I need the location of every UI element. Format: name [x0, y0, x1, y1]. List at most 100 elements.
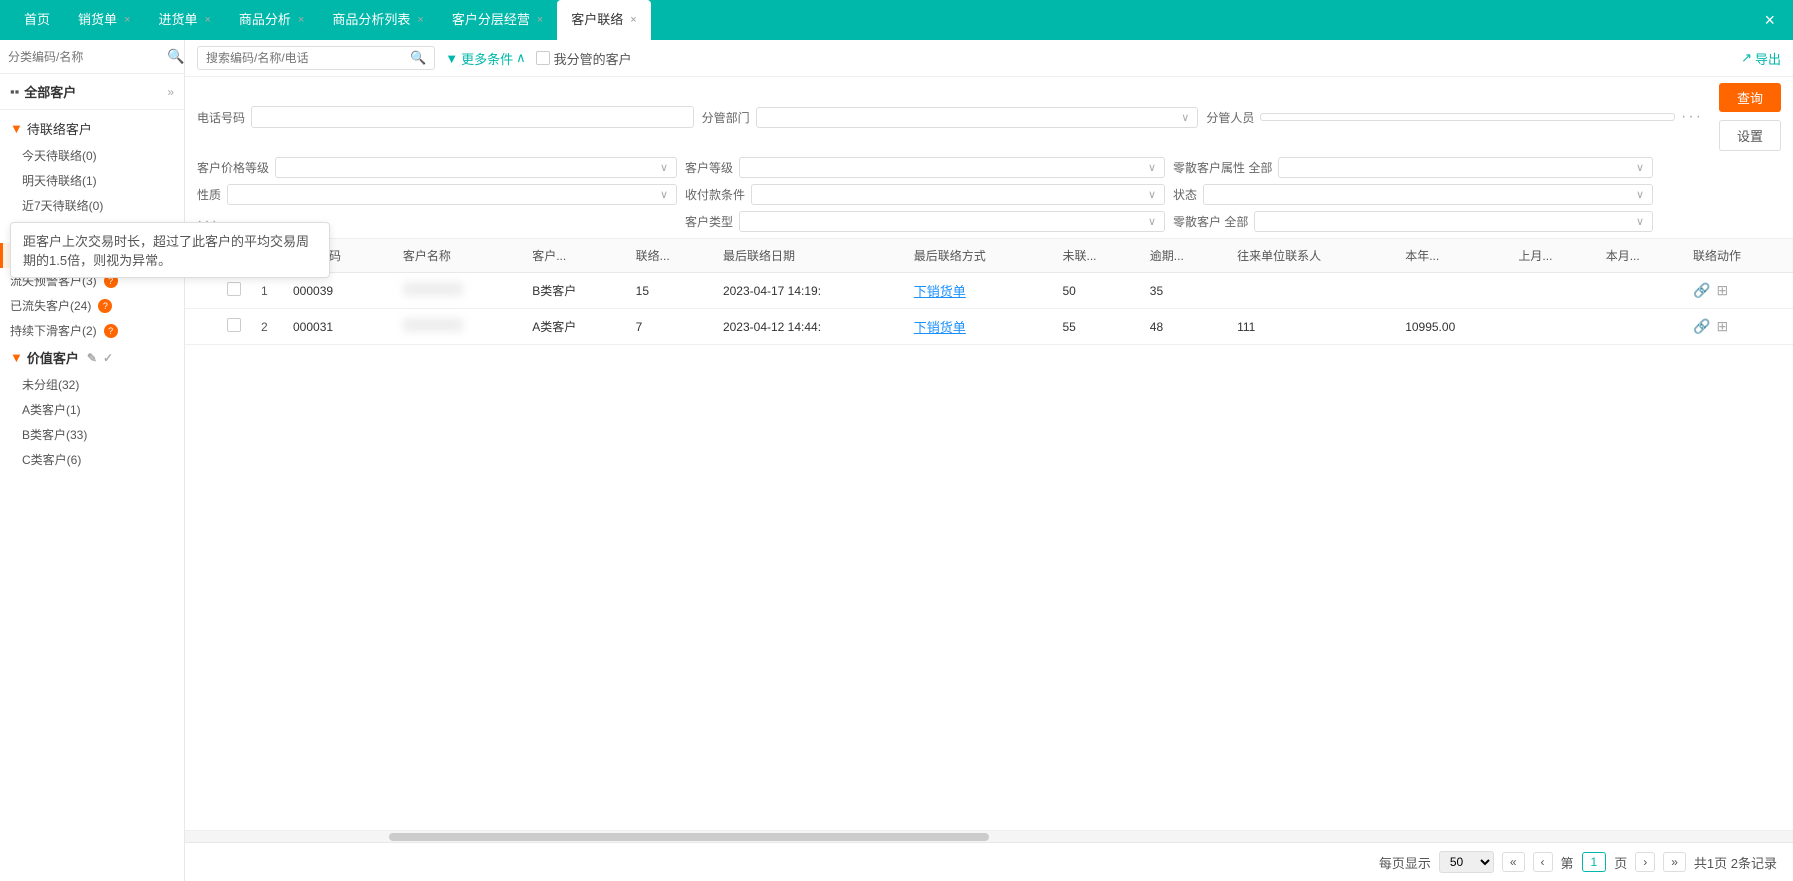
- manager-select[interactable]: [1260, 113, 1675, 121]
- th-no-contact[interactable]: 未联...: [1053, 239, 1140, 273]
- filter-icon: ▼: [445, 51, 458, 66]
- nature-select[interactable]: ∨: [227, 184, 677, 205]
- th-last-contact-date[interactable]: 最后联络日期: [713, 239, 904, 273]
- close-customer-tier[interactable]: ×: [537, 0, 543, 40]
- th-contact-count[interactable]: 联络...: [626, 239, 713, 273]
- row1-contact-count: 15: [626, 273, 713, 309]
- row1-action-link-icon[interactable]: 🔗: [1693, 282, 1710, 299]
- table-header-row: ⚙ # 客户编码 客户名称 客户... 联络... 最后联络日期 最后联络方式 …: [185, 239, 1793, 273]
- row2-type: A类客户: [522, 309, 625, 345]
- retail-attr-select[interactable]: ∨: [1278, 157, 1653, 178]
- edit-value-group-icon[interactable]: ✎: [87, 351, 97, 365]
- row2-action-link-icon[interactable]: 🔗: [1693, 318, 1710, 335]
- export-icon: ↗: [1741, 50, 1752, 66]
- filter-row-1: 电话号码 分管部门 ∨ 分管人员 ···: [197, 83, 1781, 151]
- row2-action-grid-icon[interactable]: ⊞: [1716, 318, 1728, 335]
- payment-select[interactable]: ∨: [751, 184, 1165, 205]
- sidebar-collapse-icon[interactable]: »: [167, 85, 174, 99]
- info-icon-declining[interactable]: ?: [104, 324, 118, 338]
- settings-button[interactable]: 设置: [1719, 120, 1781, 151]
- my-customers-check[interactable]: [536, 51, 550, 65]
- close-product-analysis-list[interactable]: ×: [417, 0, 423, 40]
- export-button[interactable]: ↗ 导出: [1741, 49, 1781, 68]
- sidebar-item-declining[interactable]: 持续下滑客户(2) ?: [0, 318, 184, 343]
- sidebar-value-group[interactable]: ▼ 价值客户 ✎ ✓: [0, 343, 184, 372]
- sidebar-item-class-a[interactable]: A类客户(1): [0, 397, 184, 422]
- filter-bar: 🔍 ▼ 更多条件 ∧ 我分管的客户 ↗ 导出: [185, 40, 1793, 77]
- chevron-up-icon: ∧: [516, 50, 526, 66]
- main-layout: 🔍 ▪▪ 全部客户 » ▼ 待联络客户 今天待联络(0) 明天待联络(1) 近7…: [0, 40, 1793, 881]
- customer-type-select[interactable]: ∨: [739, 211, 1165, 232]
- check-icon[interactable]: ✓: [103, 351, 113, 365]
- th-contacts[interactable]: 往来单位联系人: [1227, 239, 1395, 273]
- window-close-button[interactable]: ×: [1756, 10, 1783, 31]
- horizontal-scroll-thumb[interactable]: [389, 833, 989, 841]
- sidebar-item-unclassified[interactable]: 未分组(32): [0, 372, 184, 397]
- info-icon-lost[interactable]: ?: [98, 299, 112, 313]
- nav-product-analysis[interactable]: 商品分析 ×: [225, 0, 318, 40]
- close-purchase-order[interactable]: ×: [204, 0, 210, 40]
- sidebar-item-class-c[interactable]: C类客户(6): [0, 447, 184, 472]
- row1-contacts: [1227, 273, 1395, 309]
- nav-product-analysis-list[interactable]: 商品分析列表 ×: [318, 0, 437, 40]
- query-button[interactable]: 查询: [1719, 83, 1781, 112]
- main-search-input[interactable]: [206, 51, 406, 65]
- manager-dots[interactable]: ···: [1681, 108, 1703, 126]
- nature-chevron: ∨: [660, 188, 668, 201]
- tooltip-box: 距客户上次交易时长，超过了此客户的平均交易周期的1.5倍，则视为异常。: [185, 222, 330, 278]
- sidebar-item-class-b[interactable]: B类客户(33): [0, 422, 184, 447]
- filter-row-3: 性质 ∨ 收付款条件 ∨ 状态: [197, 184, 1781, 205]
- row2-method-link[interactable]: 下销货单: [914, 320, 966, 335]
- row1-method-link[interactable]: 下销货单: [914, 284, 966, 299]
- row2-settings: [185, 309, 217, 345]
- nav-home[interactable]: 首页: [10, 0, 64, 40]
- sidebar-group-pending[interactable]: ▼ 待联络客户: [0, 114, 184, 143]
- th-last-contact-method[interactable]: 最后联络方式: [904, 239, 1053, 273]
- row2-code: 000031: [283, 309, 393, 345]
- close-customer-contact[interactable]: ×: [630, 0, 636, 40]
- dept-select[interactable]: ∨: [756, 107, 1199, 128]
- retail-select[interactable]: ∨: [1254, 211, 1653, 232]
- th-type[interactable]: 客户...: [522, 239, 625, 273]
- status-select[interactable]: ∨: [1203, 184, 1653, 205]
- th-this-month[interactable]: 本月...: [1596, 239, 1683, 273]
- sidebar-search-icon[interactable]: 🔍: [167, 48, 184, 65]
- row2-checkbox[interactable]: [217, 309, 251, 345]
- first-page-btn[interactable]: «: [1502, 852, 1525, 872]
- th-overdue[interactable]: 逾期...: [1140, 239, 1227, 273]
- sidebar-item-7days[interactable]: 近7天待联络(0): [0, 193, 184, 218]
- sidebar-item-lost-customers[interactable]: 已流失客户(24) ?: [0, 293, 184, 318]
- row1-action-grid-icon[interactable]: ⊞: [1716, 282, 1728, 299]
- price-level-select[interactable]: ∨: [275, 157, 677, 178]
- sidebar: 🔍 ▪▪ 全部客户 » ▼ 待联络客户 今天待联络(0) 明天待联络(1) 近7…: [0, 40, 185, 881]
- nav-customer-contact[interactable]: 客户联络 ×: [557, 0, 650, 40]
- customer-level-select[interactable]: ∨: [739, 157, 1165, 178]
- filter-cell-dept: 分管部门 ∨: [702, 107, 1199, 128]
- search-icon-main[interactable]: 🔍: [410, 50, 426, 66]
- my-customers-checkbox[interactable]: 我分管的客户: [536, 49, 632, 68]
- per-page-select[interactable]: 50 10 20 100: [1439, 851, 1494, 873]
- row1-last-month: [1508, 273, 1595, 309]
- page-suffix: 页: [1614, 853, 1627, 872]
- search-wrap: 🔍: [197, 46, 435, 70]
- phone-input[interactable]: [251, 106, 694, 128]
- th-last-month[interactable]: 上月...: [1508, 239, 1595, 273]
- row1-this-month: [1596, 273, 1683, 309]
- nav-purchase-order[interactable]: 进货单 ×: [144, 0, 224, 40]
- th-this-year[interactable]: 本年...: [1395, 239, 1508, 273]
- sidebar-search-input[interactable]: [8, 50, 163, 64]
- prev-page-btn[interactable]: ‹: [1533, 852, 1553, 872]
- nav-sales-order[interactable]: 销货单 ×: [64, 0, 144, 40]
- row1-last-method: 下销货单: [904, 273, 1053, 309]
- close-product-analysis[interactable]: ×: [298, 0, 304, 40]
- sidebar-item-tomorrow[interactable]: 明天待联络(1): [0, 168, 184, 193]
- more-conditions-btn[interactable]: ▼ 更多条件 ∧: [445, 49, 525, 68]
- current-page-display[interactable]: 1: [1582, 852, 1607, 872]
- nav-customer-tier[interactable]: 客户分层经营 ×: [438, 0, 557, 40]
- filter-cell-customer-type: 客户类型 ∨: [685, 211, 1165, 232]
- sidebar-item-today[interactable]: 今天待联络(0): [0, 143, 184, 168]
- th-name[interactable]: 客户名称: [393, 239, 522, 273]
- next-page-btn[interactable]: ›: [1635, 852, 1655, 872]
- close-sales-order[interactable]: ×: [124, 0, 130, 40]
- last-page-btn[interactable]: »: [1663, 852, 1686, 872]
